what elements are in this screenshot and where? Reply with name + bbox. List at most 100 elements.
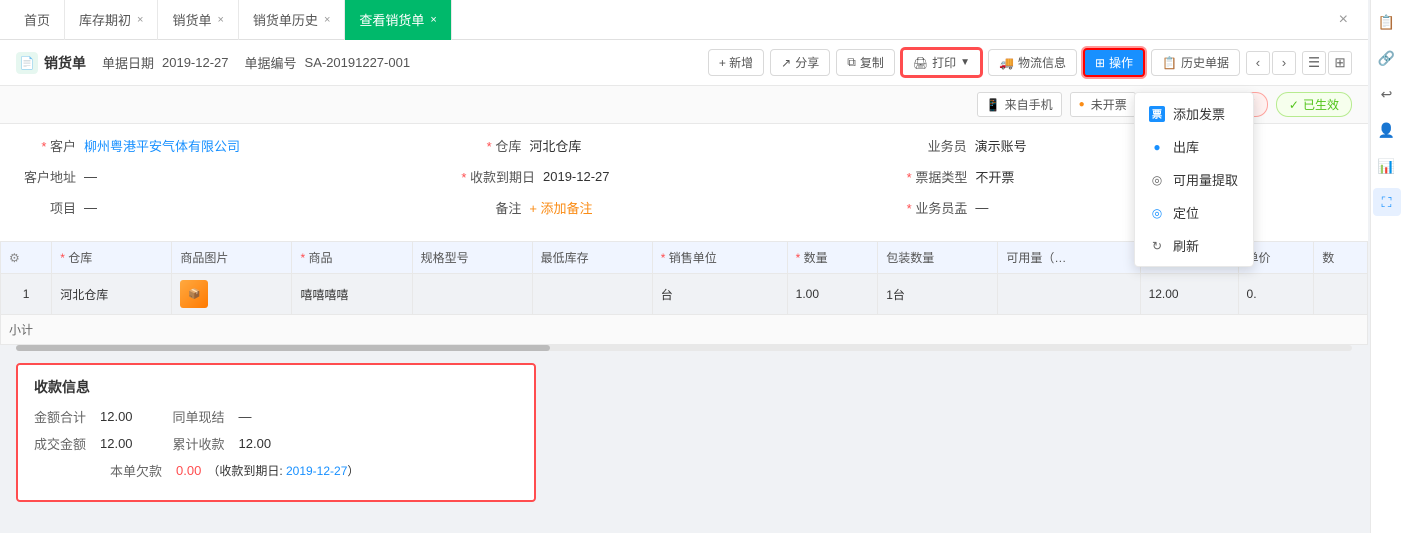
phone-button[interactable]: 📱 来自手机 (977, 92, 1062, 117)
tab-close-sales[interactable]: × (217, 14, 223, 26)
available-label: 可用量提取 (1173, 170, 1238, 189)
dropdown-locate[interactable]: ◎ 定位 (1135, 196, 1253, 229)
due-date-label: 收款到期日 (461, 167, 535, 186)
sidebar-icon-6[interactable]: ⛶ (1373, 188, 1401, 216)
nav-arrows: ‹ › (1246, 51, 1296, 75)
tab-home[interactable]: 首页 (10, 0, 65, 40)
scroll-indicator[interactable] (16, 345, 1352, 351)
address-label: 客户地址 (16, 167, 76, 186)
tab-bar: 首页 库存期初 × 销货单 × 销货单历史 × 查看销货单 × × (0, 0, 1368, 40)
col-quantity: 数量 (787, 242, 878, 274)
outbound-icon: ● (1149, 139, 1165, 155)
transaction-label: 成交金额 (34, 434, 94, 453)
row-quantity: 1.00 (787, 274, 878, 315)
row-product: 嘻嘻嘻嘻 (292, 274, 412, 315)
invoice-icon: 票 (1149, 106, 1165, 122)
locate-label: 定位 (1173, 203, 1199, 222)
new-button[interactable]: + 新增 (708, 49, 764, 76)
history-icon: 📋 (1162, 56, 1177, 70)
phone-icon: 📱 (986, 98, 1001, 112)
next-button[interactable]: › (1272, 51, 1296, 75)
same-order-value: — (239, 409, 252, 424)
cumulative-label: 累计收款 (173, 434, 233, 453)
warehouse-field: 仓库 河北仓库 (461, 136, 906, 155)
note-field: 备注 + 添加备注 (461, 198, 906, 217)
col-product-img: 商品图片 (172, 242, 292, 274)
ticket-status-button[interactable]: 未开票 (1070, 92, 1136, 117)
row-current: 12.00 (1140, 274, 1238, 315)
gear-icon[interactable]: ⚙ (9, 251, 20, 265)
tab-close-inventory[interactable]: × (137, 14, 143, 26)
same-order-label: 同单现结 (173, 407, 233, 426)
sidebar-icon-1[interactable]: 📋 (1373, 8, 1401, 36)
logistics-button[interactable]: 🚚 物流信息 (988, 49, 1077, 76)
document-header: 📄 销货单 单据日期 2019-12-27 单据编号 SA-20191227-0… (0, 40, 1368, 86)
prev-button[interactable]: ‹ (1246, 51, 1270, 75)
row-spec (412, 274, 532, 315)
staff-field: 业务员 演示账号 (907, 136, 1352, 155)
dropdown-available[interactable]: ◎ 可用量提取 (1135, 163, 1253, 196)
due-date-field: 收款到期日 2019-12-27 (461, 167, 906, 186)
payment-section: 收款信息 金额合计 12.00 同单现结 — 成交金额 12.00 累计收款 (16, 363, 536, 502)
row-product-img: 📦 (172, 274, 292, 315)
due-date-value: 2019-12-27 (543, 169, 610, 184)
customer-label: 客户 (16, 136, 76, 155)
owed-label: 本单欠款 (110, 461, 170, 480)
add-icon: + (529, 201, 537, 216)
sidebar-icon-3[interactable]: ↩ (1373, 80, 1401, 108)
copy-button[interactable]: ⧉ 复制 (836, 49, 895, 76)
sidebar-icon-5[interactable]: 📊 (1373, 152, 1401, 180)
share-icon: ↗ (781, 56, 791, 70)
layout-grid-button[interactable]: ⊞ (1328, 51, 1352, 75)
doc-title: 📄 销货单 (16, 52, 86, 74)
doc-meta: 单据日期 2019-12-27 单据编号 SA-20191227-001 (102, 53, 410, 72)
tab-sales-history[interactable]: 销货单历史 × (239, 0, 345, 40)
effect-status-button[interactable]: ✓ 已生效 (1276, 92, 1352, 117)
tab-view-sales[interactable]: 查看销货单 × (345, 0, 451, 40)
doc-type-icon: 📄 (16, 52, 38, 74)
payment-row-2: 成交金额 12.00 累计收款 12.00 (34, 434, 518, 453)
same-order-item: 同单现结 — (173, 407, 252, 426)
logistics-icon: 🚚 (999, 56, 1014, 70)
row-amount (1314, 274, 1368, 315)
row-price: 0. (1238, 274, 1314, 315)
note-label: 备注 (461, 198, 521, 217)
total-value: 12.00 (100, 409, 133, 424)
col-spec: 规格型号 (412, 242, 532, 274)
operation-button[interactable]: ⊞ 操作 (1083, 48, 1145, 77)
sidebar-icon-4[interactable]: 👤 (1373, 116, 1401, 144)
doc-date-label: 单据日期 2019-12-27 (102, 53, 229, 72)
dropdown-outbound[interactable]: ● 出库 (1135, 130, 1253, 163)
right-sidebar: 📋 🔗 ↩ 👤 📊 ⛶ (1370, 0, 1402, 533)
payment-row-3: 本单欠款 0.00 （收款到期日: 2019-12-27） (34, 461, 518, 480)
tab-close-view-sales[interactable]: × (430, 14, 436, 26)
address-value: — (84, 169, 97, 184)
print-dropdown-icon: ▼ (960, 57, 970, 68)
effect-check-icon: ✓ (1289, 98, 1299, 112)
add-invoice-label: 添加发票 (1173, 104, 1225, 123)
sidebar-icon-2[interactable]: 🔗 (1373, 44, 1401, 72)
note-add-link[interactable]: + 添加备注 (529, 198, 592, 217)
tab-close-sales-history[interactable]: × (324, 14, 330, 26)
tab-sales[interactable]: 销货单 × (158, 0, 238, 40)
salesperson-field: 业务员盂 — (907, 198, 1352, 217)
history-button[interactable]: 📋 历史单据 (1151, 49, 1240, 76)
dropdown-add-invoice[interactable]: 票 添加发票 (1135, 97, 1253, 130)
dropdown-refresh[interactable]: ↻ 刷新 (1135, 229, 1253, 262)
doc-type-label: 销货单 (44, 53, 86, 73)
row-min-stock (532, 274, 652, 315)
locate-icon: ◎ (1149, 205, 1165, 221)
cumulative-value: 12.00 (239, 436, 272, 451)
global-close-button[interactable]: × (1329, 11, 1358, 29)
layout-list-button[interactable]: ☰ (1302, 51, 1326, 75)
print-button[interactable]: 🖨 打印 ▼ (901, 48, 982, 77)
tab-inventory[interactable]: 库存期初 × (65, 0, 158, 40)
col-product: 商品 (292, 242, 412, 274)
share-button[interactable]: ↗ 分享 (770, 49, 830, 76)
owed-item: 本单欠款 0.00 （收款到期日: 2019-12-27） (110, 461, 359, 480)
project-label: 项目 (16, 198, 76, 217)
ticket-value: 不开票 (975, 167, 1014, 186)
customer-value[interactable]: 柳州粤港平安气体有限公司 (84, 136, 240, 155)
operation-icon: ⊞ (1095, 56, 1105, 70)
owed-note: （收款到期日: 2019-12-27） (207, 462, 359, 479)
